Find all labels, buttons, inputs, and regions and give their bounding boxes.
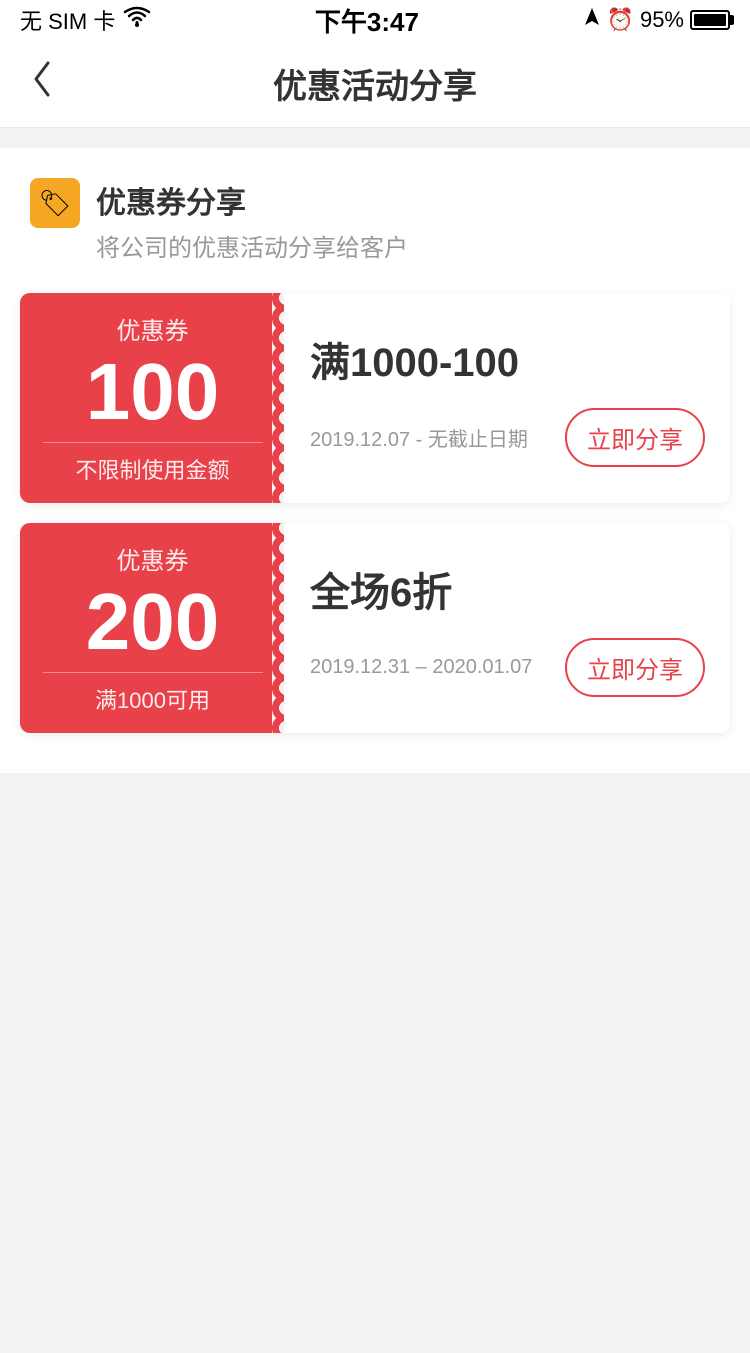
nav-bar: 优惠活动分享 [0, 40, 750, 128]
status-time: 下午3:47 [315, 2, 419, 39]
share-button-1[interactable]: 立即分享 [565, 408, 705, 467]
wifi-icon [123, 6, 151, 34]
section-text: 优惠券分享 将公司的优惠活动分享给客户 [96, 178, 408, 263]
section-header: 🏷 优惠券分享 将公司的优惠活动分享给客户 [0, 148, 750, 283]
coupon-condition-1: 不限制使用金额 [75, 453, 229, 485]
coupon-condition-2: 满1000可用 [95, 683, 210, 715]
coupon-left-1: 优惠券 100 不限制使用金额 [20, 293, 285, 503]
coupon-card-1: 优惠券 100 不限制使用金额 满1000-100 2019.12.07 - 无… [20, 293, 730, 503]
coupon-right-1: 满1000-100 2019.12.07 - 无截止日期 立即分享 [285, 293, 730, 503]
coupon-left-2: 优惠券 200 满1000可用 [20, 523, 285, 733]
coupon-type-2: 优惠券 [117, 541, 189, 576]
section-subtitle: 将公司的优惠活动分享给客户 [96, 228, 408, 263]
location-icon [583, 6, 601, 34]
coupon-bottom-1: 2019.12.07 - 无截止日期 立即分享 [310, 408, 705, 467]
battery-percent: 95% [640, 7, 684, 33]
coupon-amount-1: 100 [86, 352, 219, 432]
carrier-text: 无 SIM 卡 [20, 4, 115, 36]
coupon-card-2: 优惠券 200 满1000可用 全场6折 2019.12.31 – 2020.0… [20, 523, 730, 733]
alarm-icon: ⏰ [607, 7, 634, 33]
coupon-divider-1 [43, 442, 263, 443]
coupon-divider-2 [43, 672, 263, 673]
coupon-type-1: 优惠券 [117, 311, 189, 346]
coupon-bottom-2: 2019.12.31 – 2020.01.07 立即分享 [310, 638, 705, 697]
status-right: ⏰ 95% [583, 6, 730, 34]
status-bar: 无 SIM 卡 下午3:47 ⏰ 95% [0, 0, 750, 40]
section-title: 优惠券分享 [96, 178, 408, 222]
coupon-right-2: 全场6折 2019.12.31 – 2020.01.07 立即分享 [285, 523, 730, 733]
empty-area [0, 773, 750, 1353]
coupon-icon: 🏷 [38, 188, 71, 219]
share-button-2[interactable]: 立即分享 [565, 638, 705, 697]
status-left: 无 SIM 卡 [20, 4, 151, 36]
battery-icon [690, 10, 730, 30]
coupon-amount-2: 200 [86, 582, 219, 662]
coupon-name-1: 满1000-100 [310, 330, 705, 388]
coupon-date-2: 2019.12.31 – 2020.01.07 [310, 656, 565, 679]
coupon-date-1: 2019.12.07 - 无截止日期 [310, 423, 565, 452]
coupon-list: 优惠券 100 不限制使用金额 满1000-100 2019.12.07 - 无… [0, 283, 750, 773]
coupon-name-2: 全场6折 [310, 560, 705, 618]
page-title: 优惠活动分享 [273, 59, 477, 108]
section-divider [0, 128, 750, 148]
section-icon: 🏷 [30, 178, 80, 228]
back-button[interactable] [30, 59, 54, 108]
